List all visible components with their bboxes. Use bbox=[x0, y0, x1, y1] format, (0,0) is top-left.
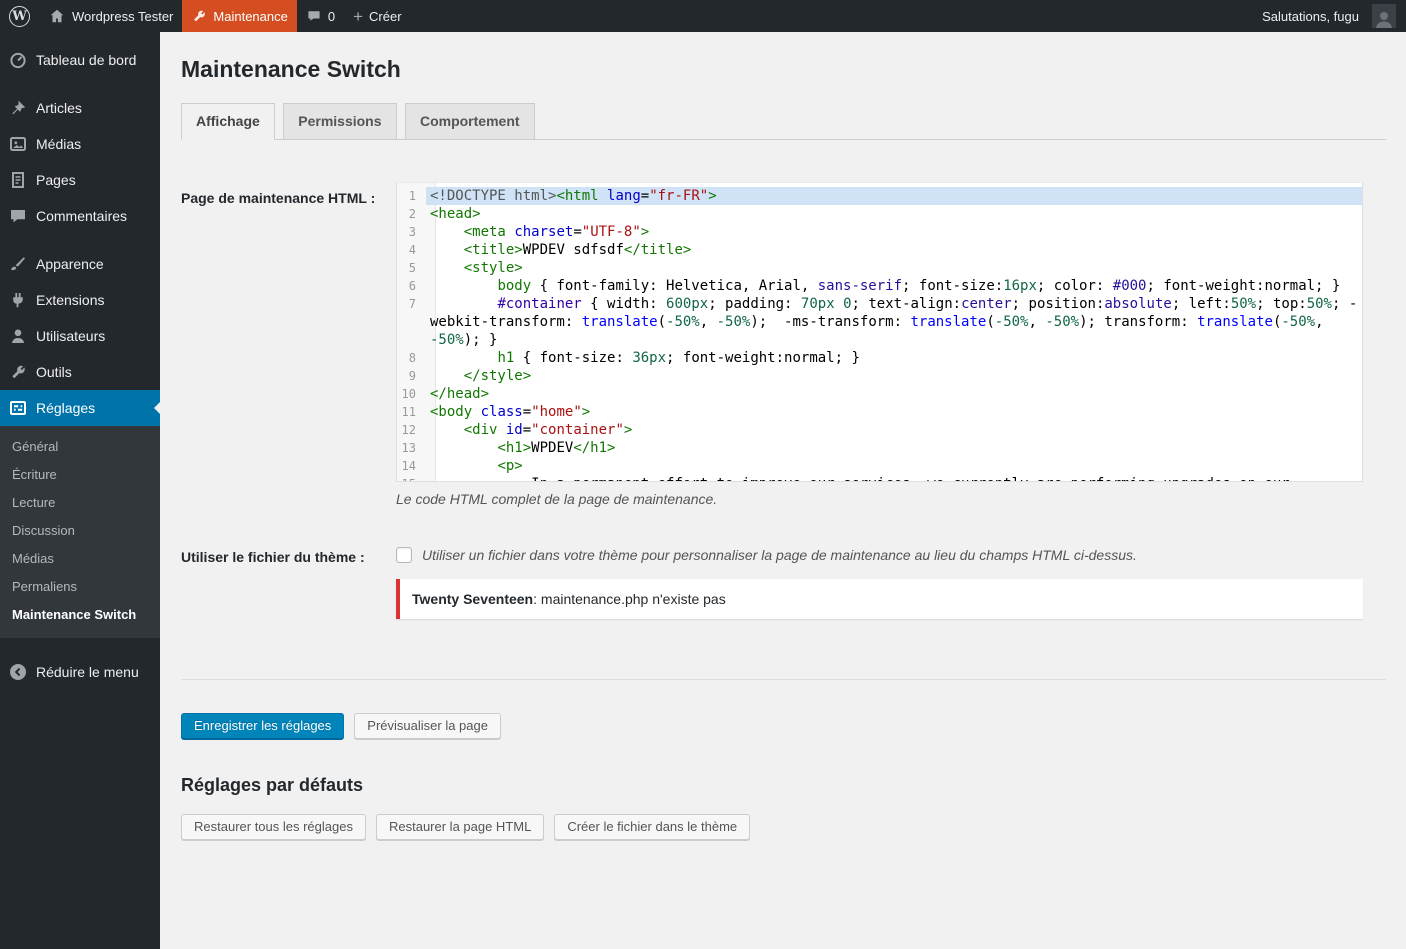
new-content-label: Créer bbox=[369, 8, 402, 24]
actions-row: Enregistrer les réglages Prévisualiser l… bbox=[181, 712, 1386, 739]
sidebar-item-dashboard[interactable]: Tableau de bord bbox=[0, 42, 160, 78]
menu-separator bbox=[0, 234, 160, 246]
defaults-actions-row: Restaurer tous les réglages Restaurer la… bbox=[181, 813, 1386, 840]
maintenance-admin-bar-item[interactable]: Maintenance bbox=[182, 0, 297, 32]
comments-bubble-icon bbox=[306, 8, 322, 24]
wrench-icon bbox=[191, 8, 207, 24]
submenu-item-writing[interactable]: Écriture bbox=[0, 461, 160, 489]
sidebar-item-tools[interactable]: Outils bbox=[0, 354, 160, 390]
settings-icon bbox=[8, 398, 28, 418]
settings-submenu: Général Écriture Lecture Discussion Médi… bbox=[0, 426, 160, 638]
sidebar-item-label: Pages bbox=[36, 172, 76, 188]
sidebar-item-appearance[interactable]: Apparence bbox=[0, 246, 160, 282]
preview-page-button[interactable]: Prévisualiser la page bbox=[354, 712, 501, 739]
submenu-item-general[interactable]: Général bbox=[0, 433, 160, 461]
maintenance-html-editor[interactable]: 1 <!DOCTYPE html><html lang="fr-FR"> 2 <hea… bbox=[396, 181, 1363, 482]
submenu-item-permalinks[interactable]: Permaliens bbox=[0, 573, 160, 601]
media-icon bbox=[8, 134, 28, 154]
collapse-icon bbox=[8, 662, 28, 682]
submenu-item-discussion[interactable]: Discussion bbox=[0, 517, 160, 545]
defaults-section-title: Réglages par défauts bbox=[181, 774, 364, 795]
code-editor-lines: 1 <!DOCTYPE html><html lang="fr-FR"> 2 <hea… bbox=[397, 186, 1362, 481]
create-theme-file-button[interactable]: Créer le fichier dans le thème bbox=[554, 813, 751, 840]
sidebar-item-label: Utilisateurs bbox=[36, 328, 106, 344]
tab-affichage[interactable]: Affichage bbox=[181, 102, 275, 140]
comments-icon bbox=[8, 206, 28, 226]
dashboard-icon bbox=[8, 50, 28, 70]
collapse-menu-label: Réduire le menu bbox=[36, 664, 139, 680]
tab-permissions[interactable]: Permissions bbox=[283, 102, 397, 139]
comments-count: 0 bbox=[327, 8, 336, 24]
sidebar-item-posts[interactable]: Articles bbox=[0, 90, 160, 126]
sidebar-item-label: Commentaires bbox=[36, 208, 128, 224]
theme-file-description: Utiliser un fichier dans votre thème pou… bbox=[422, 546, 1137, 563]
new-content-menu[interactable]: + Créer bbox=[344, 0, 410, 32]
sidebar-item-label: Articles bbox=[36, 100, 82, 116]
sidebar-item-comments[interactable]: Commentaires bbox=[0, 198, 160, 234]
plus-icon: + bbox=[353, 6, 364, 26]
sidebar-item-settings[interactable]: Réglages bbox=[0, 390, 160, 426]
notice-message: : maintenance.php n'existe pas bbox=[533, 590, 726, 607]
page-title: Maintenance Switch bbox=[181, 56, 401, 82]
sidebar-item-pages[interactable]: Pages bbox=[0, 162, 160, 198]
theme-file-label: Utiliser le fichier du thème : bbox=[181, 548, 365, 565]
site-name-label: Wordpress Tester bbox=[72, 8, 174, 24]
my-account-menu[interactable]: Salutations, fugu bbox=[1253, 0, 1406, 32]
menu-separator bbox=[0, 78, 160, 90]
settings-tabs: Affichage Permissions Comportement bbox=[181, 102, 1386, 140]
sidebar-item-label: Tableau de bord bbox=[36, 52, 137, 68]
sidebar-item-label: Apparence bbox=[36, 256, 104, 272]
sidebar-item-users[interactable]: Utilisateurs bbox=[0, 318, 160, 354]
submenu-item-reading[interactable]: Lecture bbox=[0, 489, 160, 517]
theme-file-form-row: Utiliser le fichier du thème : Utiliser … bbox=[181, 541, 1386, 619]
site-name-menu[interactable]: Wordpress Tester bbox=[39, 0, 182, 32]
sidebar-item-media[interactable]: Médias bbox=[0, 126, 160, 162]
current-menu-arrow bbox=[148, 402, 160, 414]
section-divider bbox=[181, 678, 1386, 680]
restore-all-settings-button[interactable]: Restaurer tous les réglages bbox=[181, 813, 366, 840]
save-settings-button[interactable]: Enregistrer les réglages bbox=[181, 712, 345, 739]
home-icon bbox=[48, 7, 66, 25]
appearance-icon bbox=[8, 254, 28, 274]
collapse-menu-button[interactable]: Réduire le menu bbox=[0, 654, 160, 690]
restore-html-page-button[interactable]: Restaurer la page HTML bbox=[375, 813, 545, 840]
admin-bar-spacer bbox=[411, 0, 1254, 32]
maintenance-label: Maintenance bbox=[213, 8, 288, 24]
comments-admin-bar-item[interactable]: 0 bbox=[297, 0, 344, 32]
editor-help-text: Le code HTML complet de la page de maint… bbox=[396, 490, 718, 507]
wordpress-logo-menu[interactable]: W bbox=[0, 0, 39, 32]
theme-file-notice: Twenty Seventeen: maintenance.php n'exis… bbox=[396, 578, 1363, 619]
main-content: Maintenance Switch Affichage Permissions… bbox=[160, 0, 1406, 840]
avatar bbox=[1372, 4, 1396, 28]
users-icon bbox=[8, 326, 28, 346]
tools-icon bbox=[8, 362, 28, 382]
tab-comportement[interactable]: Comportement bbox=[404, 102, 535, 139]
plugins-icon bbox=[8, 290, 28, 310]
sidebar-item-plugins[interactable]: Extensions bbox=[0, 282, 160, 318]
sidebar-item-label: Réglages bbox=[36, 400, 96, 416]
pin-icon bbox=[8, 98, 28, 118]
submenu-item-media[interactable]: Médias bbox=[0, 545, 160, 573]
sidebar-item-label: Médias bbox=[36, 136, 82, 152]
admin-sidebar: Tableau de bord Articles Médias Pages Co… bbox=[0, 32, 160, 949]
admin-bar: W Wordpress Tester Maintenance 0 + Créer… bbox=[0, 0, 1406, 32]
html-form-row: Page de maintenance HTML : 1 <!DOCTYPE ht… bbox=[181, 181, 1386, 507]
greeting-label: Salutations, fugu bbox=[1262, 8, 1359, 24]
notice-theme-name: Twenty Seventeen bbox=[412, 590, 534, 607]
wordpress-logo-icon: W bbox=[9, 5, 30, 27]
sidebar-item-label: Extensions bbox=[36, 292, 105, 308]
sidebar-item-label: Outils bbox=[36, 364, 72, 380]
html-field-label: Page de maintenance HTML : bbox=[181, 189, 376, 206]
submenu-item-maintenance-switch[interactable]: Maintenance Switch bbox=[0, 601, 160, 629]
theme-file-checkbox[interactable] bbox=[396, 546, 412, 563]
pages-icon bbox=[8, 170, 28, 190]
